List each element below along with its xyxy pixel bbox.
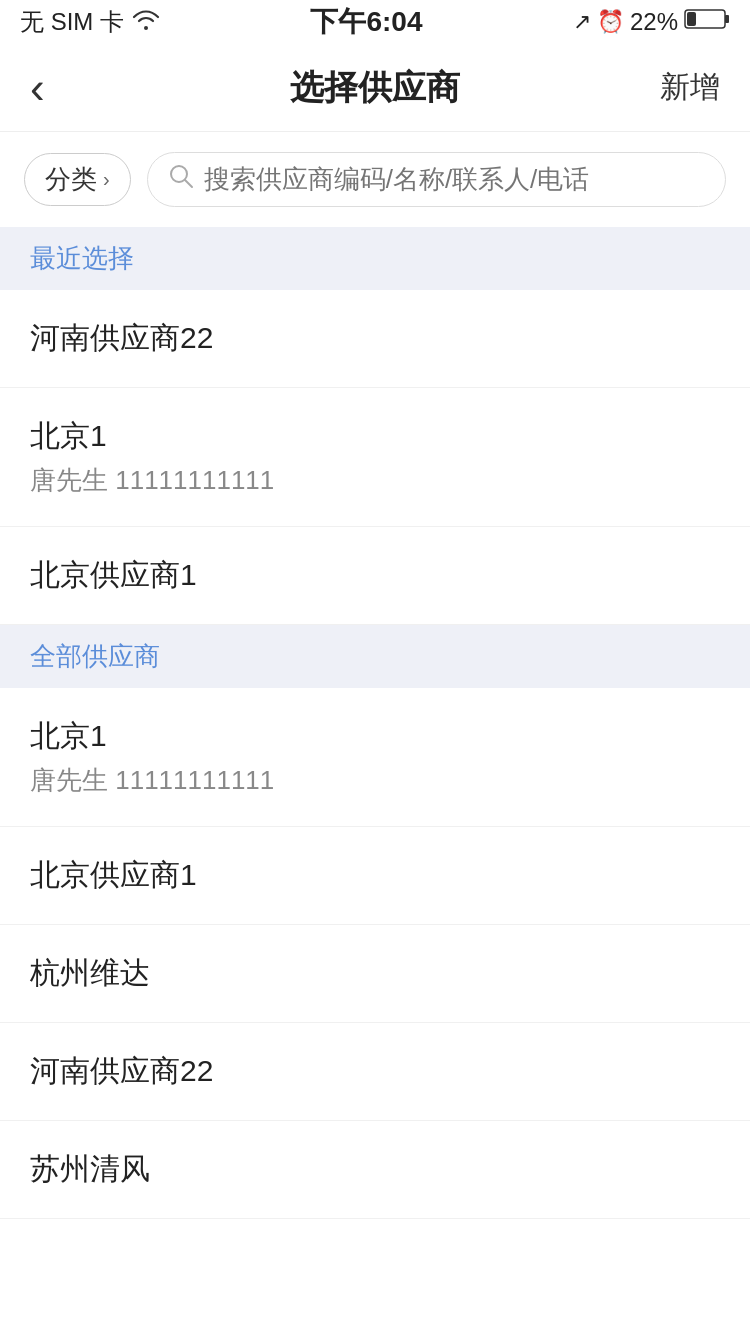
filter-row: 分类 › [0,132,750,227]
location-icon: ↗ [573,9,591,35]
item-name: 北京1 [30,416,720,457]
item-name: 北京供应商1 [30,855,720,896]
status-time: 下午6:04 [310,3,422,41]
battery-label: 22% [630,8,678,36]
recent-section-label: 最近选择 [30,243,134,273]
item-sub: 唐先生 11111111111 [30,763,720,798]
svg-rect-2 [687,12,696,26]
item-sub: 唐先生 11111111111 [30,463,720,498]
back-button[interactable]: ‹ [30,63,110,113]
list-item[interactable]: 北京1 唐先生 11111111111 [0,388,750,527]
nav-bar: ‹ 选择供应商 新增 [0,44,750,132]
search-box [147,152,726,207]
page-title: 选择供应商 [290,65,460,111]
status-bar: 无 SIM 卡 下午6:04 ↗ ⏰ 22% [0,0,750,44]
recent-section-header: 最近选择 [0,227,750,290]
all-section-label: 全部供应商 [30,641,160,671]
list-item[interactable]: 杭州维达 [0,925,750,1023]
recent-items-list: 河南供应商22 北京1 唐先生 11111111111 北京供应商1 [0,290,750,625]
list-item[interactable]: 河南供应商22 [0,1023,750,1121]
list-item[interactable]: 北京供应商1 [0,527,750,625]
list-item[interactable]: 河南供应商22 [0,290,750,388]
new-action-button[interactable]: 新增 [640,67,720,108]
all-section-header: 全部供应商 [0,625,750,688]
alarm-icon: ⏰ [597,9,624,35]
wifi-icon [132,8,160,36]
item-name: 河南供应商22 [30,1051,720,1092]
category-button[interactable]: 分类 › [24,153,131,206]
search-icon [168,163,194,196]
list-item[interactable]: 苏州清风 [0,1121,750,1219]
status-left: 无 SIM 卡 [20,6,160,38]
list-item[interactable]: 北京1 唐先生 11111111111 [0,688,750,827]
svg-rect-1 [725,15,729,23]
item-name: 杭州维达 [30,953,720,994]
item-name: 河南供应商22 [30,318,720,359]
item-name: 北京供应商1 [30,555,720,596]
chevron-right-icon: › [103,168,110,191]
list-item[interactable]: 北京供应商1 [0,827,750,925]
svg-line-4 [185,180,192,187]
battery-icon [684,8,730,36]
item-name: 苏州清风 [30,1149,720,1190]
category-label: 分类 [45,162,97,197]
carrier-label: 无 SIM 卡 [20,6,124,38]
item-name: 北京1 [30,716,720,757]
status-right: ↗ ⏰ 22% [573,8,730,36]
all-items-list: 北京1 唐先生 11111111111 北京供应商1 杭州维达 河南供应商22 … [0,688,750,1219]
search-input[interactable] [204,164,705,195]
